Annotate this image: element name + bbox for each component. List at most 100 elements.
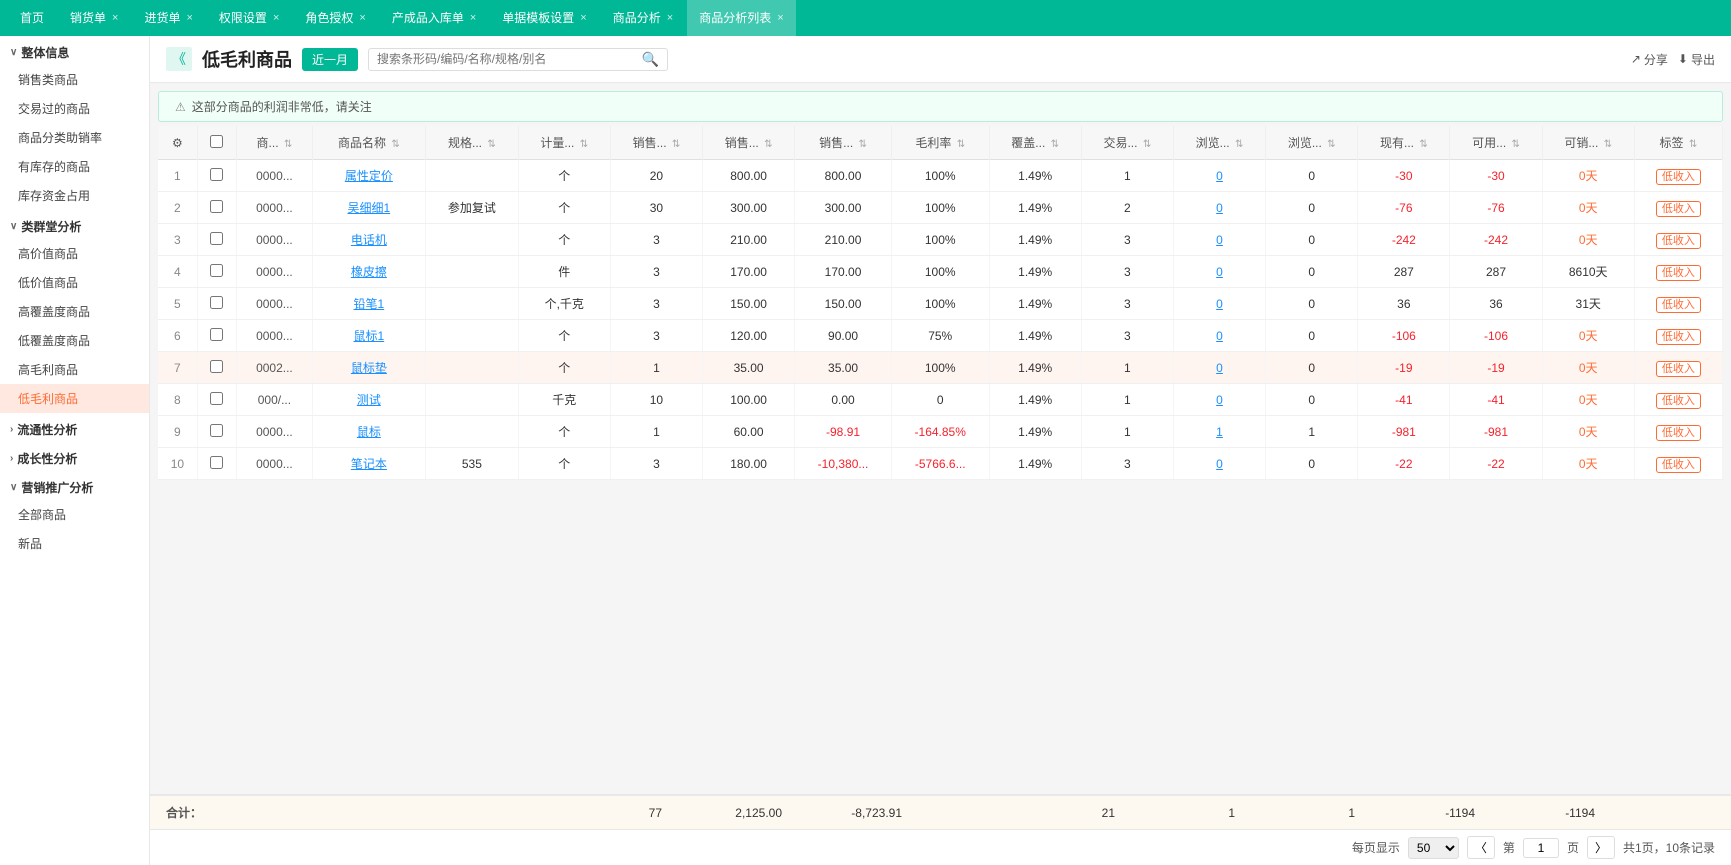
sidebar-item-low-value[interactable]: 低价值商品	[0, 268, 149, 297]
nav-home[interactable]: 首页	[8, 0, 56, 36]
search-input[interactable]	[377, 52, 642, 66]
cell-name[interactable]: 测试	[312, 384, 425, 416]
page-number-input[interactable]	[1523, 838, 1559, 858]
sidebar-item-new-goods[interactable]: 新品	[0, 529, 149, 558]
cell-checkbox[interactable]	[197, 288, 236, 320]
collapse-sidebar-button[interactable]: 《	[166, 47, 192, 71]
col-available[interactable]: 可用... ⇅	[1450, 126, 1542, 160]
sidebar-item-high-value[interactable]: 高价值商品	[0, 239, 149, 268]
cell-browse1[interactable]: 0	[1173, 384, 1265, 416]
next-page-button[interactable]: 〉	[1587, 836, 1615, 859]
cell-checkbox[interactable]	[197, 448, 236, 480]
col-sellable[interactable]: 可销... ⇅	[1542, 126, 1634, 160]
close-icon[interactable]: ×	[273, 0, 279, 36]
sidebar-group-marketing[interactable]: ∨ 营销推广分析	[0, 471, 149, 500]
sidebar-item-category-rate[interactable]: 商品分类助销率	[0, 123, 149, 152]
col-sales-amount[interactable]: 销售... ⇅	[795, 126, 892, 160]
cell-checkbox[interactable]	[197, 352, 236, 384]
sidebar-group-overall[interactable]: ∨ 整体信息	[0, 36, 149, 65]
close-icon[interactable]: ×	[112, 0, 118, 36]
cell-no: 3	[158, 224, 197, 256]
per-page-select[interactable]: 50 100 200	[1408, 837, 1459, 859]
sidebar-item-all-goods[interactable]: 全部商品	[0, 500, 149, 529]
col-settings[interactable]: ⚙	[158, 126, 197, 160]
nav-finished-goods[interactable]: 产成品入库单 ×	[380, 0, 488, 36]
nav-product-analysis[interactable]: 商品分析 ×	[601, 0, 685, 36]
footer-browse2: 1	[1275, 806, 1355, 820]
cell-current-stock: 36	[1358, 288, 1450, 320]
cell-checkbox[interactable]	[197, 320, 236, 352]
col-browse1[interactable]: 浏览... ⇅	[1173, 126, 1265, 160]
cell-name[interactable]: 吴细细1	[312, 192, 425, 224]
col-sales-price[interactable]: 销售... ⇅	[703, 126, 795, 160]
sidebar-group-growth[interactable]: › 成长性分析	[0, 442, 149, 471]
col-checkbox[interactable]	[197, 126, 236, 160]
select-all-checkbox[interactable]	[210, 135, 223, 148]
cell-name[interactable]: 橡皮擦	[312, 256, 425, 288]
sidebar-item-high-margin[interactable]: 高毛利商品	[0, 355, 149, 384]
col-unit[interactable]: 计量... ⇅	[518, 126, 610, 160]
cell-name[interactable]: 铅笔1	[312, 288, 425, 320]
cell-checkbox[interactable]	[197, 256, 236, 288]
col-browse2[interactable]: 浏览... ⇅	[1266, 126, 1358, 160]
cell-browse1[interactable]: 1	[1173, 416, 1265, 448]
cell-tag: 低收入	[1634, 384, 1722, 416]
nav-template-settings[interactable]: 单据模板设置 ×	[490, 0, 598, 36]
cell-browse1[interactable]: 0	[1173, 288, 1265, 320]
export-button[interactable]: ⬇ 导出	[1678, 51, 1715, 68]
sidebar-group-cluster[interactable]: ∨ 类群堂分析	[0, 210, 149, 239]
sidebar-group-flow[interactable]: › 流通性分析	[0, 413, 149, 442]
sidebar-item-low-margin[interactable]: 低毛利商品	[0, 384, 149, 413]
cell-checkbox[interactable]	[197, 160, 236, 192]
nav-permission[interactable]: 权限设置 ×	[207, 0, 291, 36]
sidebar-item-traded-goods[interactable]: 交易过的商品	[0, 94, 149, 123]
col-coverage[interactable]: 覆盖... ⇅	[989, 126, 1081, 160]
col-sales-qty[interactable]: 销售... ⇅	[610, 126, 702, 160]
col-spec[interactable]: 规格... ⇅	[426, 126, 519, 160]
cell-name[interactable]: 电话机	[312, 224, 425, 256]
sidebar-item-low-coverage[interactable]: 低覆盖度商品	[0, 326, 149, 355]
prev-page-button[interactable]: 〈	[1467, 836, 1495, 859]
col-gross-margin[interactable]: 毛利率 ⇅	[891, 126, 989, 160]
cell-browse1[interactable]: 0	[1173, 160, 1265, 192]
cell-browse1[interactable]: 0	[1173, 448, 1265, 480]
share-button[interactable]: ↗ 分享	[1631, 51, 1668, 68]
sidebar-item-sales-goods[interactable]: 销售类商品	[0, 65, 149, 94]
nav-sales-order[interactable]: 销货单 ×	[58, 0, 130, 36]
cell-name[interactable]: 鼠标垫	[312, 352, 425, 384]
nav-product-analysis-list[interactable]: 商品分析列表 ×	[687, 0, 795, 36]
col-trade-count[interactable]: 交易... ⇅	[1081, 126, 1173, 160]
close-icon[interactable]: ×	[186, 0, 192, 36]
col-code[interactable]: 商... ⇅	[237, 126, 312, 160]
sidebar-item-high-coverage[interactable]: 高覆盖度商品	[0, 297, 149, 326]
cell-browse1[interactable]: 0	[1173, 256, 1265, 288]
cell-name[interactable]: 笔记本	[312, 448, 425, 480]
close-icon[interactable]: ×	[359, 0, 365, 36]
close-icon[interactable]: ×	[777, 0, 783, 36]
close-icon[interactable]: ×	[470, 0, 476, 36]
nav-role-auth[interactable]: 角色授权 ×	[293, 0, 377, 36]
cell-sales-qty: 3	[610, 320, 702, 352]
cell-browse1[interactable]: 0	[1173, 320, 1265, 352]
col-tag[interactable]: 标签 ⇅	[1634, 126, 1722, 160]
cell-checkbox[interactable]	[197, 416, 236, 448]
close-icon[interactable]: ×	[580, 0, 586, 36]
close-icon[interactable]: ×	[667, 0, 673, 36]
footer-available: -1194	[1515, 806, 1595, 820]
cell-sales-qty: 3	[610, 224, 702, 256]
cell-browse1[interactable]: 0	[1173, 352, 1265, 384]
nav-purchase-order[interactable]: 进货单 ×	[132, 0, 204, 36]
col-name[interactable]: 商品名称 ⇅	[312, 126, 425, 160]
cell-name[interactable]: 属性定价	[312, 160, 425, 192]
date-filter-button[interactable]: 近一月	[302, 48, 358, 71]
cell-browse1[interactable]: 0	[1173, 224, 1265, 256]
sidebar-item-in-stock[interactable]: 有库存的商品	[0, 152, 149, 181]
cell-browse1[interactable]: 0	[1173, 192, 1265, 224]
col-current-stock[interactable]: 现有... ⇅	[1358, 126, 1450, 160]
sidebar-item-capital-usage[interactable]: 库存资金占用	[0, 181, 149, 210]
cell-checkbox[interactable]	[197, 384, 236, 416]
cell-checkbox[interactable]	[197, 192, 236, 224]
cell-checkbox[interactable]	[197, 224, 236, 256]
cell-name[interactable]: 鼠标	[312, 416, 425, 448]
cell-name[interactable]: 鼠标1	[312, 320, 425, 352]
